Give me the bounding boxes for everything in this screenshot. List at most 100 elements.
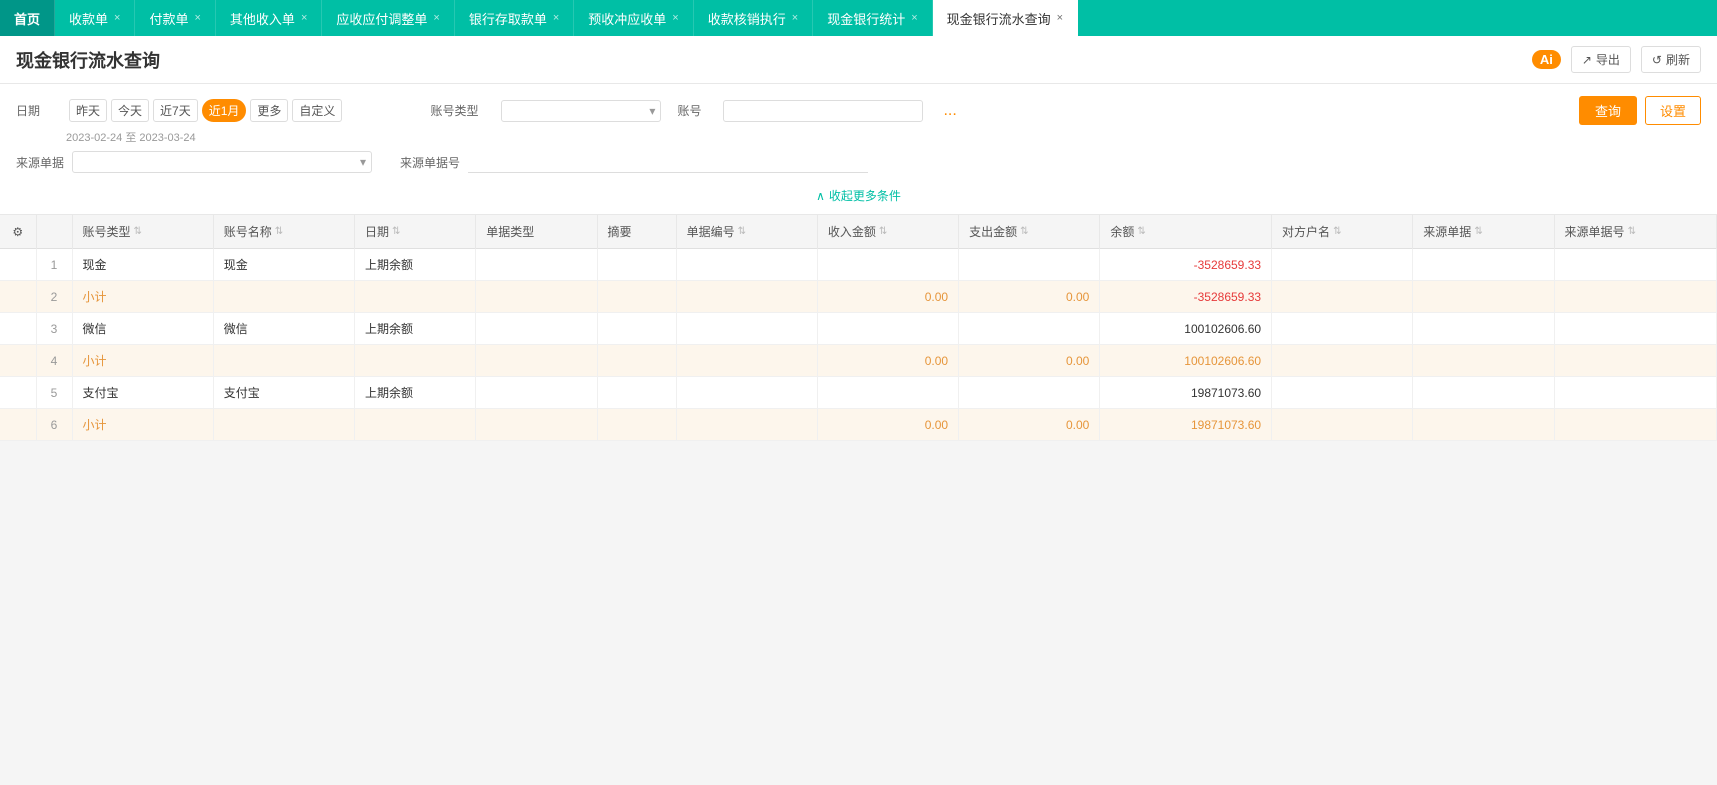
sort-icon: ⇅ (1137, 226, 1145, 237)
th-source-doc-no-label: 来源单据号 (1565, 223, 1625, 240)
th-doc-type-label: 单据类型 (486, 225, 534, 239)
date-btn-custom[interactable]: 自定义 (292, 99, 342, 122)
nav-item-receivable-adjust[interactable]: 应收应付调整单 × (322, 0, 454, 36)
nav-receive-label: 收款单 (69, 9, 108, 28)
close-icon[interactable]: × (1057, 12, 1063, 24)
nav-item-other-income[interactable]: 其他收入单 × (216, 0, 322, 36)
cell-num: 2 (36, 281, 72, 313)
cell-balance: 100102606.60 (1100, 345, 1272, 377)
nav-item-collect-verify[interactable]: 收款核销执行 × (694, 0, 813, 36)
table-row[interactable]: 2 小计 0.00 0.00 -3528659.33 (0, 281, 1717, 313)
cell-num: 4 (36, 345, 72, 377)
data-table: ⚙ 账号类型⇅ 账号名称⇅ 日期⇅ 单据类型 摘要 单据编号⇅ (0, 215, 1717, 441)
cell-date (355, 281, 476, 313)
cell-doc-no (676, 377, 817, 409)
sort-icon: ⇅ (275, 226, 283, 237)
cell-expense: 0.00 (959, 281, 1100, 313)
th-gear[interactable]: ⚙ (0, 215, 36, 249)
account-type-select[interactable] (501, 100, 661, 122)
cell-source-doc-no (1554, 377, 1716, 409)
close-icon[interactable]: × (433, 12, 439, 24)
date-shortcuts: 昨天 今天 近7天 近1月 更多 自定义 (69, 99, 342, 122)
close-icon[interactable]: × (301, 12, 307, 24)
cell-counterpart (1272, 409, 1413, 441)
filter-row-2: 来源单据 来源单据号 (16, 151, 1701, 173)
query-button[interactable]: 查询 (1579, 96, 1637, 125)
th-account-type[interactable]: 账号类型⇅ (72, 215, 213, 249)
cell-source-doc (1413, 281, 1554, 313)
close-icon[interactable]: × (672, 12, 678, 24)
th-expense-label: 支出金额 (969, 223, 1017, 240)
cell-date: 上期余额 (355, 313, 476, 345)
th-source-doc-no[interactable]: 来源单据号⇅ (1554, 215, 1716, 249)
cell-balance: 100102606.60 (1100, 313, 1272, 345)
cell-gear (0, 249, 36, 281)
collapse-bar[interactable]: ∧ 收起更多条件 (16, 183, 1701, 206)
nav-item-cash-bank-stat[interactable]: 现金银行统计 × (813, 0, 932, 36)
date-btn-more[interactable]: 更多 (250, 99, 288, 122)
sort-icon: ⇅ (1474, 226, 1482, 237)
th-source-doc[interactable]: 来源单据⇅ (1413, 215, 1554, 249)
close-icon[interactable]: × (194, 12, 200, 24)
export-button[interactable]: ↗ 导出 (1571, 46, 1631, 73)
source-doc-num-input[interactable] (468, 152, 868, 173)
refresh-label: 刷新 (1666, 51, 1690, 68)
sort-icon: ⇅ (392, 226, 400, 237)
cell-date (355, 345, 476, 377)
th-summary-label: 摘要 (608, 225, 632, 239)
cell-account-type: 微信 (72, 313, 213, 345)
settings-button[interactable]: 设置 (1645, 96, 1701, 125)
ai-badge[interactable]: Ai (1532, 50, 1561, 69)
date-btn-7days[interactable]: 近7天 (153, 99, 198, 122)
nav-item-prepay-offset[interactable]: 预收冲应收单 × (574, 0, 693, 36)
th-income[interactable]: 收入金额⇅ (817, 215, 958, 249)
th-doc-type[interactable]: 单据类型 (476, 215, 597, 249)
nav-item-pay[interactable]: 付款单 × (135, 0, 215, 36)
account-input[interactable] (723, 100, 923, 122)
export-icon: ↗ (1582, 53, 1592, 67)
close-icon[interactable]: × (911, 12, 917, 24)
cell-account-name (213, 409, 354, 441)
th-balance[interactable]: 余额⇅ (1100, 215, 1272, 249)
table-row[interactable]: 4 小计 0.00 0.00 100102606.60 (0, 345, 1717, 377)
close-icon[interactable]: × (553, 12, 559, 24)
account-label: 账号 (677, 102, 707, 119)
source-doc-select[interactable] (72, 151, 372, 173)
cell-doc-type (476, 249, 597, 281)
th-expense[interactable]: 支出金额⇅ (959, 215, 1100, 249)
th-date[interactable]: 日期⇅ (355, 215, 476, 249)
table-row[interactable]: 1 现金 现金 上期余额 -3528659.33 (0, 249, 1717, 281)
table-row[interactable]: 3 微信 微信 上期余额 100102606.60 (0, 313, 1717, 345)
cell-account-type: 小计 (72, 345, 213, 377)
nav-item-cash-bank-flow[interactable]: 现金银行流水查询 × (933, 0, 1078, 36)
th-doc-no[interactable]: 单据编号⇅ (676, 215, 817, 249)
cell-doc-no (676, 409, 817, 441)
cell-expense (959, 313, 1100, 345)
th-source-doc-label: 来源单据 (1423, 223, 1471, 240)
nav-item-bank-deposit[interactable]: 银行存取款单 × (455, 0, 574, 36)
close-icon[interactable]: × (792, 12, 798, 24)
table-row[interactable]: 6 小计 0.00 0.00 19871073.60 (0, 409, 1717, 441)
th-doc-no-label: 单据编号 (687, 223, 735, 240)
close-icon[interactable]: × (114, 12, 120, 24)
cell-source-doc-no (1554, 313, 1716, 345)
page-header: 现金银行流水查询 Ai ↗ 导出 ↺ 刷新 (0, 36, 1717, 84)
th-counterpart[interactable]: 对方户名⇅ (1272, 215, 1413, 249)
date-btn-yesterday[interactable]: 昨天 (69, 99, 107, 122)
cell-doc-type (476, 281, 597, 313)
cell-income (817, 313, 958, 345)
cell-doc-type (476, 409, 597, 441)
cell-balance: 19871073.60 (1100, 377, 1272, 409)
dots-button[interactable]: ... (939, 102, 960, 120)
th-account-name[interactable]: 账号名称⇅ (213, 215, 354, 249)
date-label: 日期 (16, 102, 61, 119)
refresh-button[interactable]: ↺ 刷新 (1641, 46, 1701, 73)
table-row[interactable]: 5 支付宝 支付宝 上期余额 19871073.60 (0, 377, 1717, 409)
nav-item-receive[interactable]: 收款单 × (55, 0, 135, 36)
nav-item-home[interactable]: 首页 (0, 0, 55, 36)
th-summary[interactable]: 摘要 (597, 215, 676, 249)
date-btn-1month[interactable]: 近1月 (202, 99, 247, 122)
date-btn-today[interactable]: 今天 (111, 99, 149, 122)
cell-summary (597, 409, 676, 441)
cell-gear (0, 345, 36, 377)
